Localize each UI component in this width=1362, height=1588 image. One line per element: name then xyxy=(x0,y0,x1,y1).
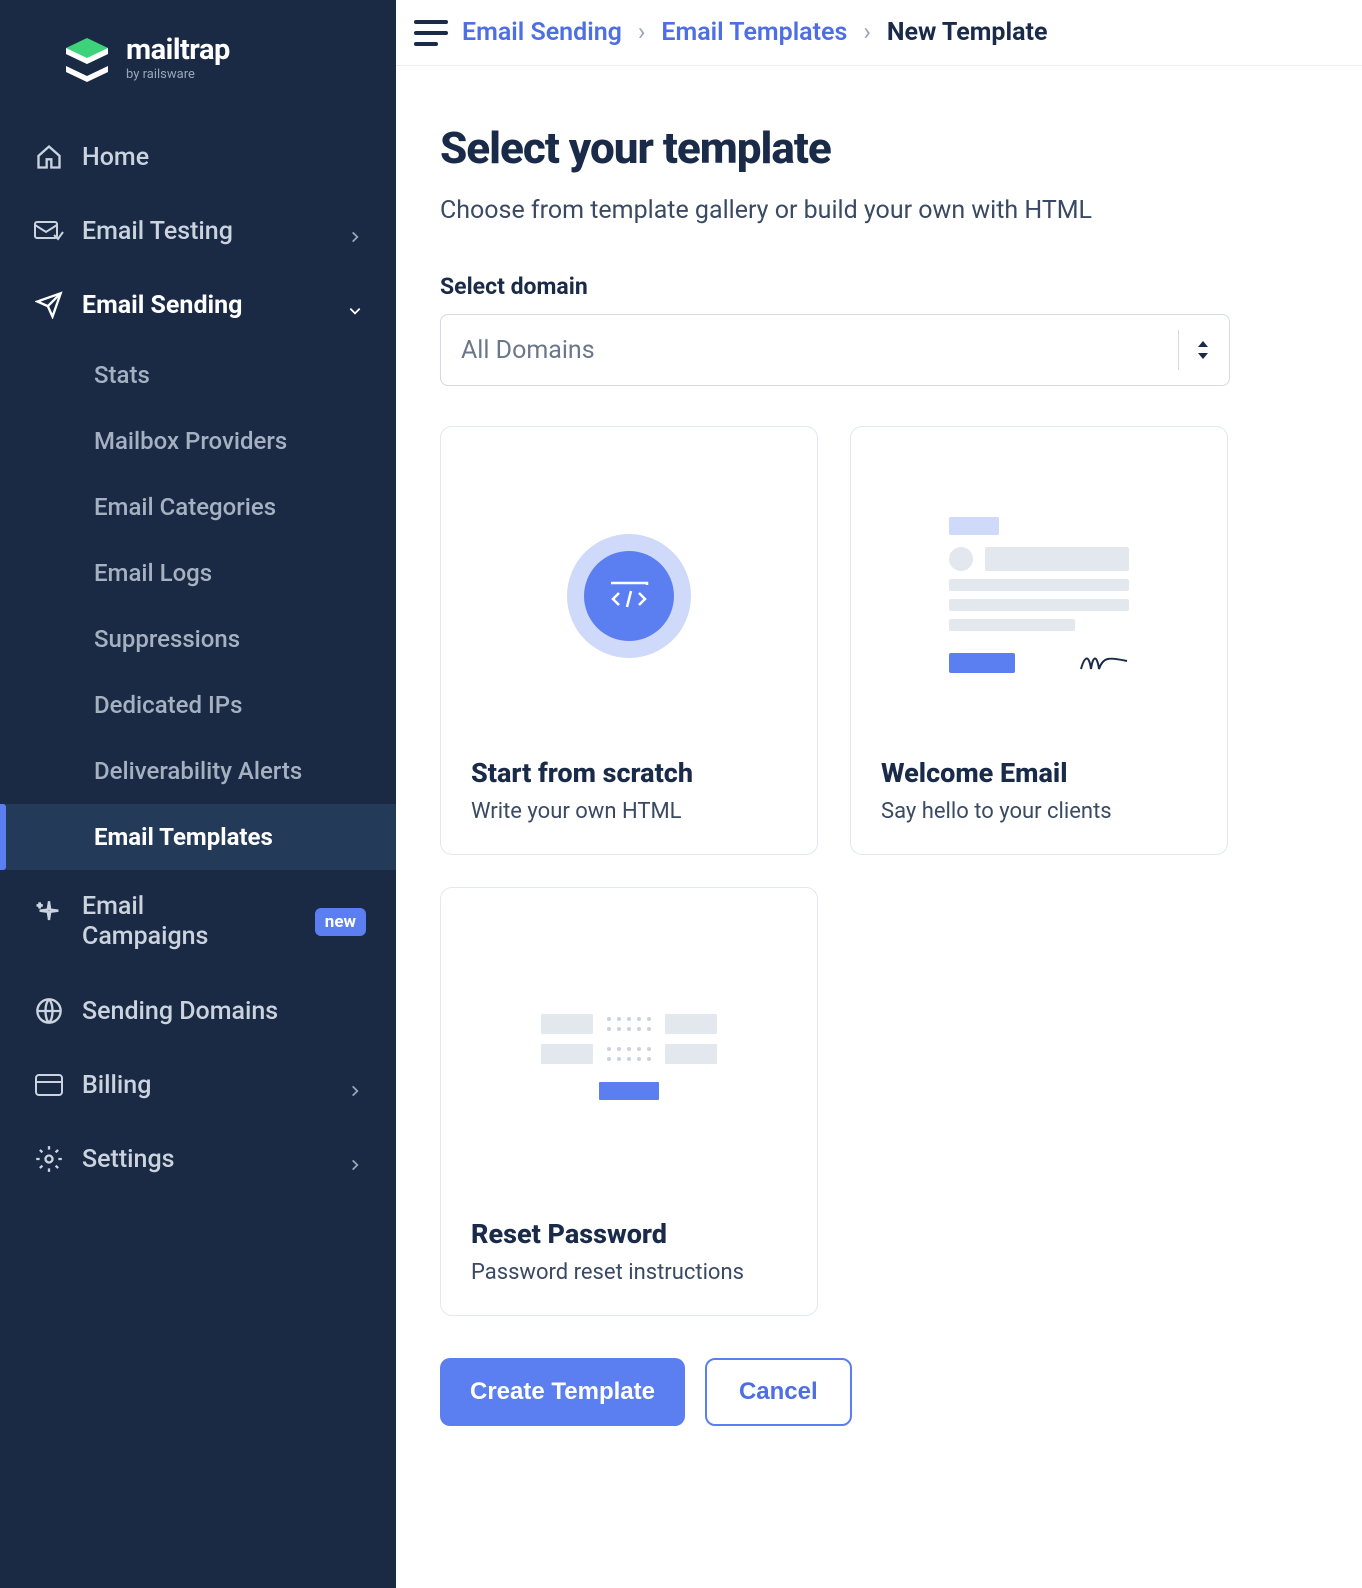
card-title: Welcome Email xyxy=(881,757,1197,789)
sidebar-item-label: Email Sending xyxy=(82,291,242,320)
home-icon xyxy=(34,142,64,172)
card-reset-password[interactable]: Reset Password Password reset instructio… xyxy=(440,887,818,1316)
card-title: Reset Password xyxy=(471,1218,787,1250)
page-title: Select your template xyxy=(440,122,1318,174)
chevron-right-icon xyxy=(348,222,366,240)
sidebar-item-label: Settings xyxy=(82,1145,175,1174)
sidebar-submenu-email-sending: Stats Mailbox Providers Email Categories… xyxy=(0,342,396,870)
template-cards: Start from scratch Write your own HTML xyxy=(440,426,1260,1316)
chevron-down-icon xyxy=(348,296,366,314)
create-template-button[interactable]: Create Template xyxy=(440,1358,685,1426)
domain-select[interactable]: All Domains xyxy=(440,314,1230,386)
reset-preview-icon xyxy=(541,1014,717,1100)
sidebar-item-billing[interactable]: Billing xyxy=(0,1048,396,1122)
breadcrumb-current: New Template xyxy=(887,18,1048,47)
sidebar-item-email-logs[interactable]: Email Logs xyxy=(0,540,396,606)
sidebar-item-settings[interactable]: Settings xyxy=(0,1122,396,1196)
card-start-from-scratch[interactable]: Start from scratch Write your own HTML xyxy=(440,426,818,855)
envelope-check-icon xyxy=(34,216,64,246)
signature-icon xyxy=(1079,651,1129,675)
breadcrumb: Email Sending › Email Templates › New Te… xyxy=(462,18,1047,47)
chevron-right-icon: › xyxy=(638,18,646,47)
sidebar-item-mailbox-providers[interactable]: Mailbox Providers xyxy=(0,408,396,474)
topbar: Email Sending › Email Templates › New Te… xyxy=(396,0,1362,66)
welcome-preview-icon xyxy=(949,517,1129,675)
chevron-right-icon xyxy=(348,1076,366,1094)
sidebar-item-email-templates[interactable]: Email Templates xyxy=(0,804,396,870)
card-title: Start from scratch xyxy=(471,757,787,789)
select-arrows-icon xyxy=(1178,330,1211,370)
hamburger-icon[interactable] xyxy=(414,20,448,46)
sidebar-item-suppressions[interactable]: Suppressions xyxy=(0,606,396,672)
sidebar-item-label: Campaigns xyxy=(82,922,208,952)
sidebar-item-dedicated-ips[interactable]: Dedicated IPs xyxy=(0,672,396,738)
brand-byline: by railsware xyxy=(126,67,230,82)
card-icon xyxy=(34,1070,64,1100)
card-welcome-email[interactable]: Welcome Email Say hello to your clients xyxy=(850,426,1228,855)
chevron-right-icon xyxy=(348,1150,366,1168)
send-icon xyxy=(34,290,64,320)
card-subtitle: Write your own HTML xyxy=(471,799,787,824)
sidebar-item-deliverability-alerts[interactable]: Deliverability Alerts xyxy=(0,738,396,804)
breadcrumb-link-email-sending[interactable]: Email Sending xyxy=(462,18,622,47)
globe-icon xyxy=(34,996,64,1026)
card-subtitle: Say hello to your clients xyxy=(881,799,1197,824)
sidebar-item-label: Email Testing xyxy=(82,217,233,246)
sidebar-item-label: Sending Domains xyxy=(82,997,278,1026)
card-preview xyxy=(881,457,1197,735)
sidebar-item-email-campaigns[interactable]: Email Campaigns new xyxy=(0,870,396,974)
content: Select your template Choose from templat… xyxy=(396,66,1362,1466)
sidebar-nav: Home Email Testing Email Sending xyxy=(0,110,396,1196)
logo[interactable]: mailtrap by railsware xyxy=(0,0,396,110)
brand-title: mailtrap xyxy=(126,36,230,65)
sidebar-item-label: Home xyxy=(82,143,149,172)
cancel-button[interactable]: Cancel xyxy=(705,1358,852,1426)
card-subtitle: Password reset instructions xyxy=(471,1260,787,1285)
domain-select-label: Select domain xyxy=(440,273,1318,300)
page-subtitle: Choose from template gallery or build yo… xyxy=(440,196,1318,225)
sidebar-item-label: Email xyxy=(82,892,208,922)
sidebar-item-email-sending[interactable]: Email Sending xyxy=(0,268,396,342)
sidebar-item-home[interactable]: Home xyxy=(0,120,396,194)
card-preview xyxy=(471,457,787,735)
card-preview xyxy=(471,918,787,1196)
sparkle-icon xyxy=(34,898,64,928)
sidebar-item-email-categories[interactable]: Email Categories xyxy=(0,474,396,540)
sidebar-item-stats[interactable]: Stats xyxy=(0,342,396,408)
sidebar-item-label: Billing xyxy=(82,1071,151,1100)
breadcrumb-link-email-templates[interactable]: Email Templates xyxy=(661,18,847,47)
sidebar-item-sending-domains[interactable]: Sending Domains xyxy=(0,974,396,1048)
chevron-right-icon: › xyxy=(863,18,871,47)
main: Email Sending › Email Templates › New Te… xyxy=(396,0,1362,1588)
code-circle-icon xyxy=(567,534,691,658)
domain-select-value: All Domains xyxy=(461,336,595,365)
new-badge: new xyxy=(315,908,366,936)
gear-icon xyxy=(34,1144,64,1174)
footer-actions: Create Template Cancel xyxy=(440,1358,1318,1426)
sidebar: mailtrap by railsware Home Email Testing xyxy=(0,0,396,1588)
mailtrap-logo-icon xyxy=(62,34,112,84)
sidebar-item-email-testing[interactable]: Email Testing xyxy=(0,194,396,268)
